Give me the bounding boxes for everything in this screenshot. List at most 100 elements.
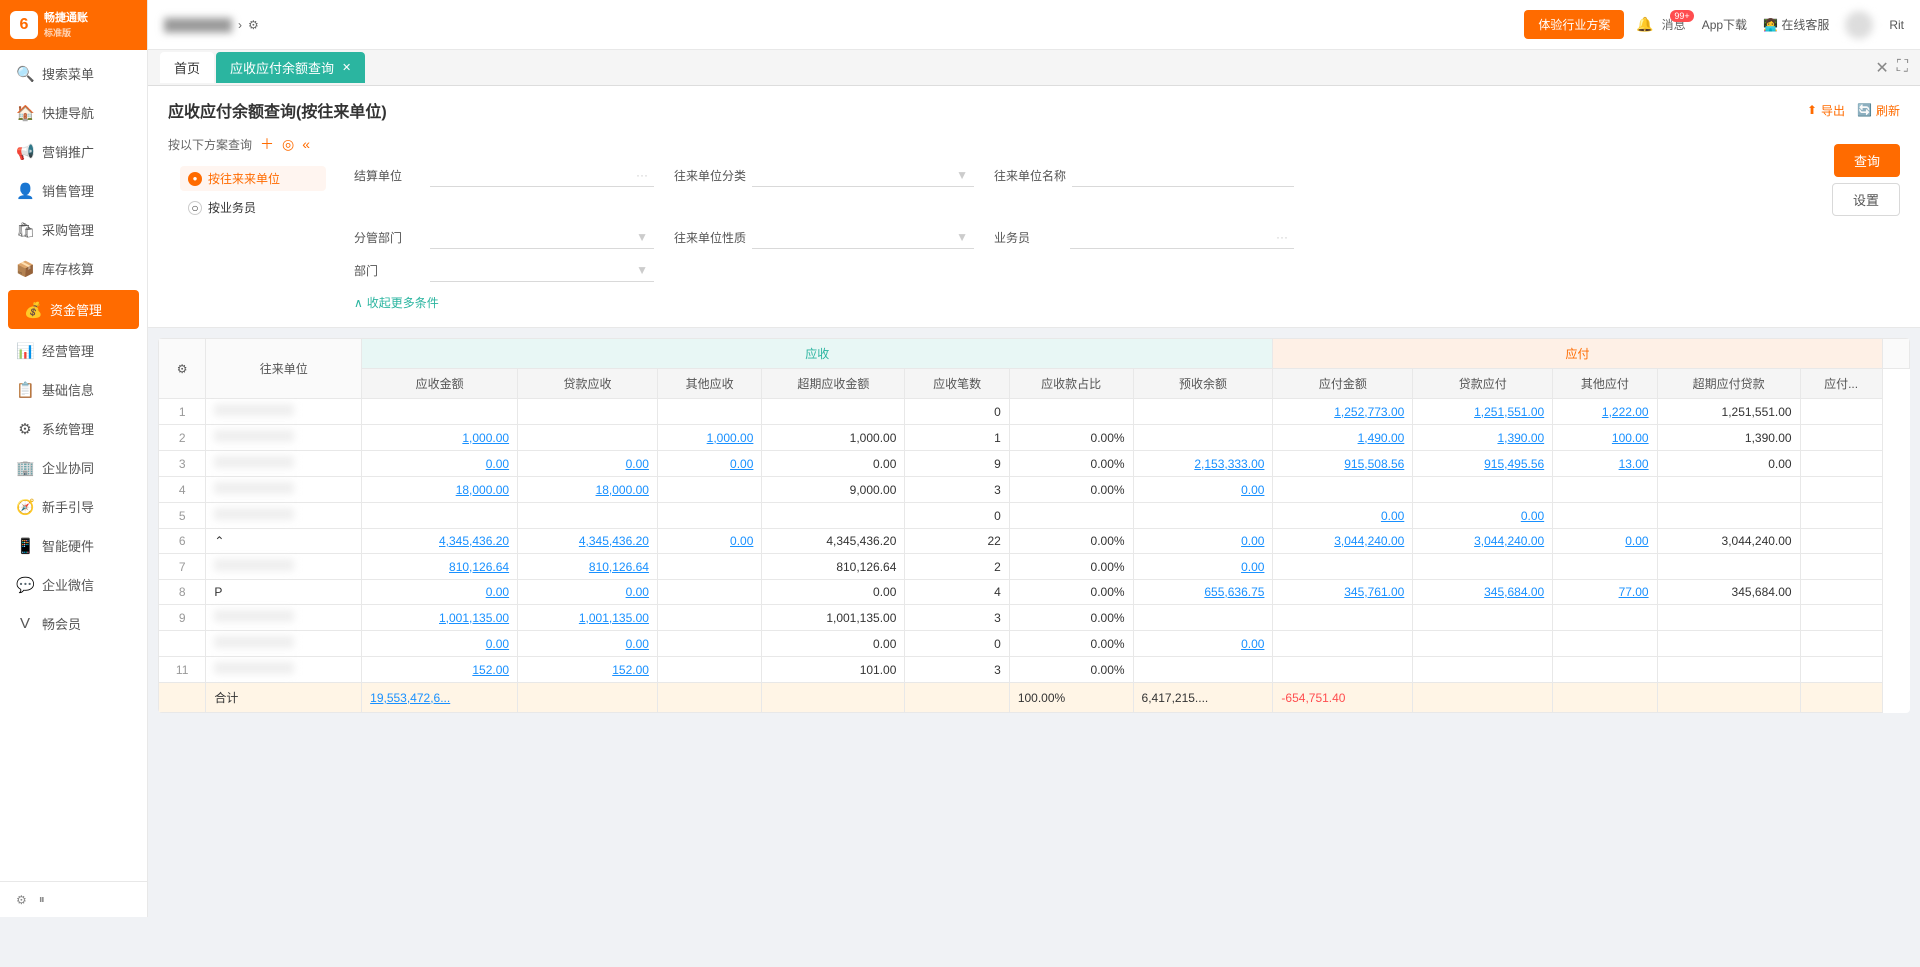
cell-ar_loan[interactable] <box>518 503 658 529</box>
sidebar-item-enterprise[interactable]: 🏢 企业协同 <box>0 448 147 487</box>
cell-prepay_balance[interactable] <box>1133 657 1273 683</box>
tab-expand-icon[interactable]: ⛶ <box>1897 58 1908 78</box>
cell-ar_amount[interactable]: 18,000.00 <box>362 477 518 503</box>
sidebar-item-wechat[interactable]: 💬 企业微信 <box>0 565 147 604</box>
cell-ap_loan[interactable] <box>1413 477 1553 503</box>
online-service-link[interactable]: 👩‍💻 在线客服 <box>1763 16 1829 33</box>
cell-ar_other[interactable] <box>657 631 761 657</box>
cell-ar_other[interactable] <box>657 605 761 631</box>
cell-prepay_balance[interactable] <box>1133 399 1273 425</box>
col-gear[interactable]: ⚙ <box>159 339 206 399</box>
cell-ap_loan[interactable]: 1,390.00 <box>1413 425 1553 451</box>
cell-ap_loan[interactable]: 915,495.56 <box>1413 451 1553 477</box>
sidebar-item-quicknav[interactable]: 🏠 快捷导航 <box>0 93 147 132</box>
cell-ar_loan[interactable] <box>518 425 658 451</box>
cell-ar_other[interactable] <box>657 554 761 580</box>
filter-add-icon[interactable]: ＋ <box>260 134 274 154</box>
cell-ap_other[interactable] <box>1553 631 1657 657</box>
cell-ap_loan[interactable]: 3,044,240.00 <box>1413 529 1553 554</box>
cell-ap_other[interactable] <box>1553 503 1657 529</box>
header-gear[interactable]: ⚙ <box>248 18 259 32</box>
cell-ap_amount[interactable]: 345,761.00 <box>1273 580 1413 605</box>
sidebar-item-hardware[interactable]: 📱 智能硬件 <box>0 526 147 565</box>
cell-prepay_balance[interactable] <box>1133 425 1273 451</box>
cell-ar_loan[interactable]: 810,126.64 <box>518 554 658 580</box>
cell-prepay_balance[interactable] <box>1133 605 1273 631</box>
cell-ap_amount[interactable]: 0.00 <box>1273 503 1413 529</box>
collapse-btn[interactable]: ∧ 收起更多条件 <box>354 288 1900 317</box>
cell-ap_amount[interactable] <box>1273 631 1413 657</box>
cell-ar_other[interactable] <box>657 399 761 425</box>
user-avatar[interactable] <box>1845 11 1873 39</box>
cell-ap_other[interactable] <box>1553 657 1657 683</box>
sidebar-item-inventory[interactable]: 📦 库存核算 <box>0 249 147 288</box>
cell-ar_loan[interactable]: 152.00 <box>518 657 658 683</box>
cell-ap_amount[interactable] <box>1273 477 1413 503</box>
cell-ap_other[interactable]: 100.00 <box>1553 425 1657 451</box>
cell-ar_amount[interactable]: 152.00 <box>362 657 518 683</box>
cell-ap_loan[interactable] <box>1413 631 1553 657</box>
cell-ap_amount[interactable] <box>1273 554 1413 580</box>
cell-ar_amount[interactable]: 0.00 <box>362 451 518 477</box>
refresh-button[interactable]: 🔄 刷新 <box>1857 102 1900 119</box>
cell-ap_loan[interactable]: 1,251,551.00 <box>1413 399 1553 425</box>
scheme-item-partner[interactable]: ● 按往来来单位 <box>180 166 326 191</box>
cell-ap_other[interactable]: 1,222.00 <box>1553 399 1657 425</box>
filter-prev-icon[interactable]: « <box>302 136 310 152</box>
cell-ap_other[interactable] <box>1553 477 1657 503</box>
salesperson-input[interactable]: ··· <box>1070 226 1294 249</box>
collapse-icon[interactable]: ⏸ <box>39 892 45 907</box>
cell-ar_loan[interactable]: 0.00 <box>518 451 658 477</box>
sidebar-item-system[interactable]: ⚙ 系统管理 <box>0 409 147 448</box>
cell-ar_other[interactable] <box>657 580 761 605</box>
cell-ap_amount[interactable] <box>1273 605 1413 631</box>
cell-ap_other[interactable] <box>1553 554 1657 580</box>
industry-btn[interactable]: 体验行业方案 <box>1524 10 1624 39</box>
dept-manage-select[interactable]: ▼ <box>430 226 654 249</box>
notification-area[interactable]: 🔔 99+ 消息 <box>1636 16 1685 33</box>
cell-ap_amount[interactable]: 3,044,240.00 <box>1273 529 1413 554</box>
scheme-item-salesperson[interactable]: ○ 按业务员 <box>180 195 326 220</box>
table-scroll-area[interactable]: ⚙ 往来单位 应收 应付 应收金额 贷款应收 其他应收 超期应收金额 <box>158 338 1910 713</box>
sidebar-item-member[interactable]: V 畅会员 <box>0 604 147 643</box>
cell-ar_other[interactable] <box>657 657 761 683</box>
cell-ar_other[interactable]: 0.00 <box>657 451 761 477</box>
cell-ap_amount[interactable]: 915,508.56 <box>1273 451 1413 477</box>
partner-nature-select[interactable]: ▼ <box>752 226 974 249</box>
sidebar-item-purchase[interactable]: 🛍 采购管理 <box>0 210 147 249</box>
tab-ar-ap[interactable]: 应收应付余额查询 ✕ <box>216 52 365 83</box>
dept-select[interactable]: ▼ <box>430 259 654 282</box>
cell-ar_loan[interactable] <box>518 399 658 425</box>
sidebar-item-finance[interactable]: 💰 资金管理 <box>8 290 139 329</box>
cell-ap_loan[interactable] <box>1413 605 1553 631</box>
tab-close-window-icon[interactable]: ✕ <box>1875 58 1888 78</box>
setting-button[interactable]: 设置 <box>1832 183 1900 216</box>
sidebar-item-basic[interactable]: 📋 基础信息 <box>0 370 147 409</box>
sidebar-item-guide[interactable]: 🧭 新手引导 <box>0 487 147 526</box>
cell-prepay_balance[interactable]: 0.00 <box>1133 477 1273 503</box>
cell-ap_loan[interactable]: 345,684.00 <box>1413 580 1553 605</box>
app-download-link[interactable]: App下载 <box>1702 16 1747 33</box>
cell-ap_other[interactable]: 77.00 <box>1553 580 1657 605</box>
cell-prepay_balance[interactable]: 2,153,333.00 <box>1133 451 1273 477</box>
cell-ar_other[interactable]: 0.00 <box>657 529 761 554</box>
filter-circle-icon[interactable]: ◎ <box>282 136 294 153</box>
user-name-text[interactable]: Rit <box>1889 18 1904 32</box>
cell-ap_amount[interactable]: 1,252,773.00 <box>1273 399 1413 425</box>
settings-icon[interactable]: ⚙ <box>16 893 27 907</box>
cell-ap_other[interactable]: 13.00 <box>1553 451 1657 477</box>
cell-prepay_balance[interactable] <box>1133 503 1273 529</box>
cell-ap_other[interactable]: 0.00 <box>1553 529 1657 554</box>
partner-category-select[interactable]: ▼ <box>752 164 974 187</box>
cell-ar_amount[interactable]: 4,345,436.20 <box>362 529 518 554</box>
tab-close-icon[interactable]: ✕ <box>342 61 351 74</box>
cell-ap_amount[interactable]: 1,490.00 <box>1273 425 1413 451</box>
cell-ar_amount[interactable]: 810,126.64 <box>362 554 518 580</box>
cell-ar_amount[interactable]: 0.00 <box>362 631 518 657</box>
cell-ar_other[interactable]: 1,000.00 <box>657 425 761 451</box>
cell-ar_loan[interactable]: 18,000.00 <box>518 477 658 503</box>
cell-ap_loan[interactable]: 0.00 <box>1413 503 1553 529</box>
cell-ar_loan[interactable]: 0.00 <box>518 631 658 657</box>
cell-ar_amount[interactable]: 0.00 <box>362 580 518 605</box>
table-gear-icon[interactable]: ⚙ <box>177 362 188 376</box>
